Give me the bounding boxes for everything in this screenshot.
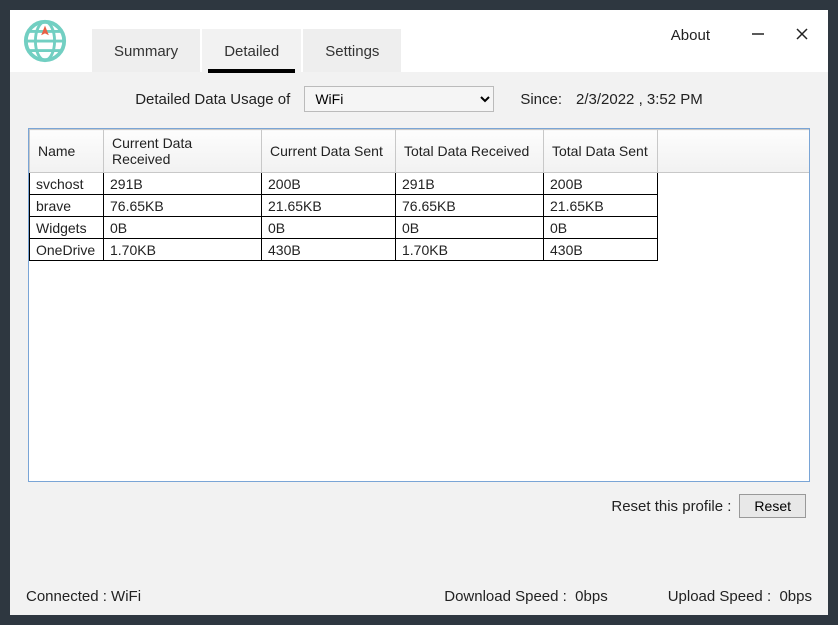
col-cur-sent[interactable]: Current Data Sent [262,130,396,173]
table-header-row: Name Current Data Received Current Data … [30,130,810,173]
data-grid[interactable]: Name Current Data Received Current Data … [28,128,810,482]
reset-label: Reset this profile : [611,498,731,515]
filter-row: Detailed Data Usage of WiFi Since: 2/3/2… [28,86,810,112]
about-link[interactable]: About [671,27,710,44]
cell-tot_sent: 200B [544,173,658,195]
since-value: 2/3/2022 , 3:52 PM [576,91,703,108]
adapter-select[interactable]: WiFi [304,86,494,112]
tab-summary[interactable]: Summary [92,29,200,72]
table-row[interactable]: svchost291B200B291B200B [30,173,810,195]
table-row[interactable]: OneDrive1.70KB430B1.70KB430B [30,239,810,261]
cell-name: Widgets [30,217,104,239]
tab-detailed[interactable]: Detailed [202,29,301,72]
col-cur-recv[interactable]: Current Data Received [104,130,262,173]
status-download: Download Speed : 0bps [444,588,607,605]
col-name[interactable]: Name [30,130,104,173]
cell-cur_sent: 430B [262,239,396,261]
close-button[interactable] [780,20,824,48]
col-tot-recv[interactable]: Total Data Received [396,130,544,173]
cell-tot_sent: 430B [544,239,658,261]
status-bar: Connected : WiFi Download Speed : 0bps U… [10,582,828,615]
tab-strip: Summary Detailed Settings [92,29,403,72]
col-spacer [658,130,810,173]
content-area: Detailed Data Usage of WiFi Since: 2/3/2… [10,72,828,582]
table-row[interactable]: brave76.65KB21.65KB76.65KB21.65KB [30,195,810,217]
cell-name: svchost [30,173,104,195]
cell-tot_recv: 1.70KB [396,239,544,261]
app-window: Summary Detailed Settings About Detailed… [10,10,828,615]
filter-prefix-label: Detailed Data Usage of [135,91,290,108]
cell-cur_recv: 291B [104,173,262,195]
reset-button[interactable]: Reset [739,494,806,518]
cell-cur_recv: 1.70KB [104,239,262,261]
tab-settings[interactable]: Settings [303,29,401,72]
cell-cur_sent: 21.65KB [262,195,396,217]
cell-cur_recv: 76.65KB [104,195,262,217]
cell-cur_sent: 200B [262,173,396,195]
status-upload: Upload Speed : 0bps [668,588,812,605]
status-connected: Connected : WiFi [26,588,141,605]
titlebar: Summary Detailed Settings About [10,10,828,72]
cell-tot_recv: 76.65KB [396,195,544,217]
cell-cur_sent: 0B [262,217,396,239]
col-tot-sent[interactable]: Total Data Sent [544,130,658,173]
table-row[interactable]: Widgets0B0B0B0B [30,217,810,239]
window-controls: About [671,20,824,48]
cell-tot_recv: 0B [396,217,544,239]
cell-tot_recv: 291B [396,173,544,195]
cell-name: brave [30,195,104,217]
cell-tot_sent: 0B [544,217,658,239]
since-label: Since: [520,91,562,108]
app-logo-icon [22,18,68,64]
reset-row: Reset this profile : Reset [28,482,810,522]
cell-name: OneDrive [30,239,104,261]
minimize-button[interactable] [736,20,780,48]
cell-tot_sent: 21.65KB [544,195,658,217]
cell-cur_recv: 0B [104,217,262,239]
